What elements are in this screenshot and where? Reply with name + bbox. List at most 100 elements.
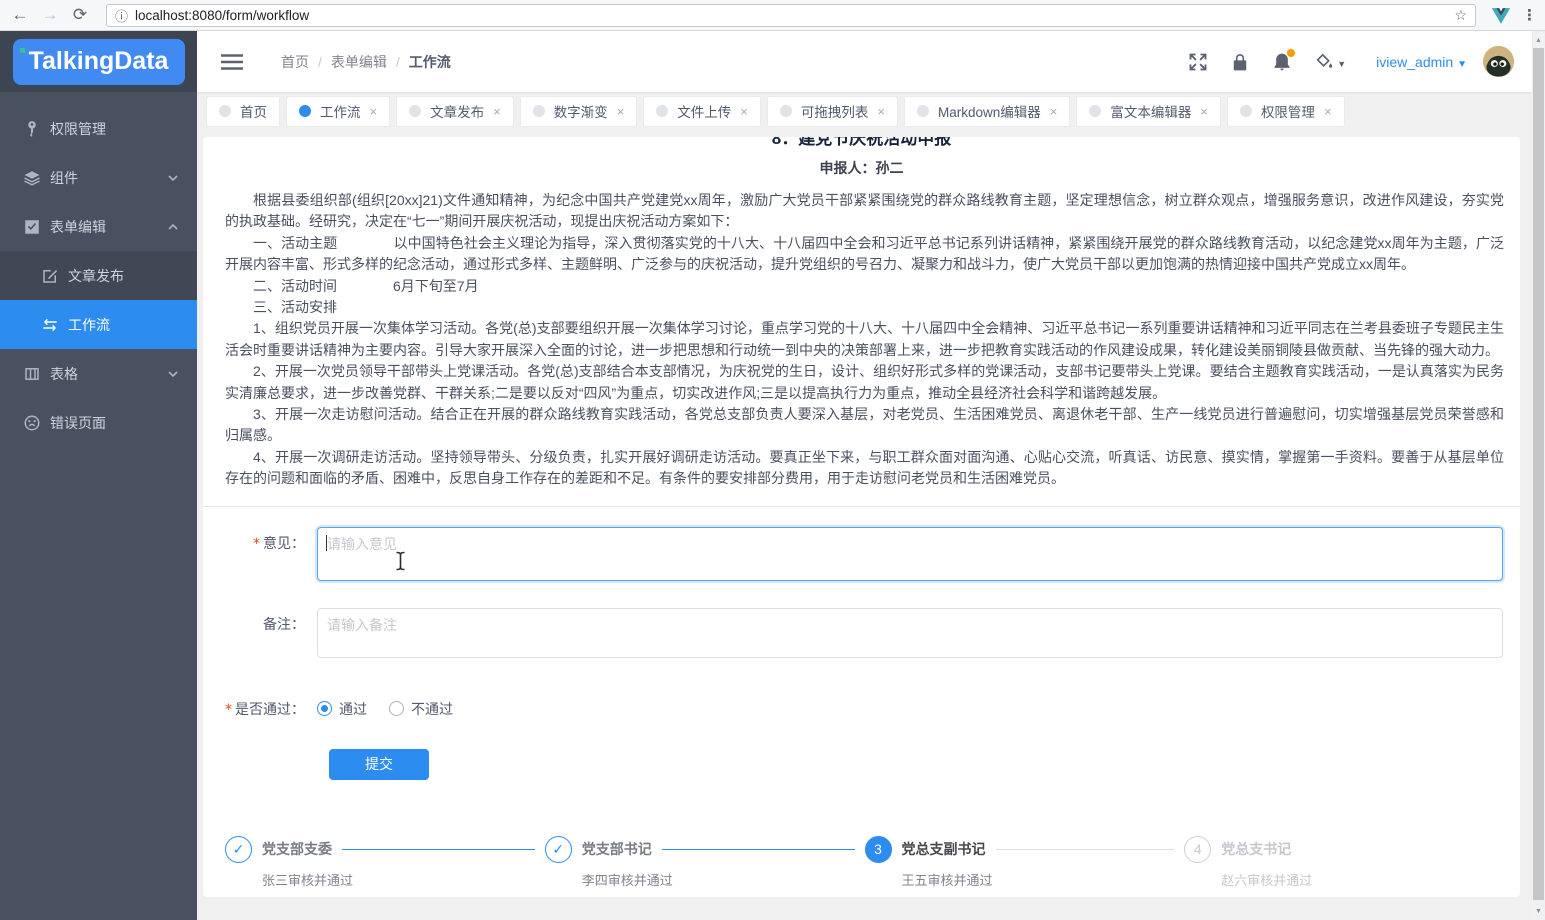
url-bar[interactable]: ⓘ localhost:8080/form/workflow ☆ bbox=[106, 3, 1476, 27]
caret-down-icon: ▼ bbox=[1337, 58, 1347, 69]
step-check-icon: ✓ bbox=[544, 835, 572, 863]
step-number: 3 bbox=[864, 835, 892, 863]
sidebar-item-permission[interactable]: 权限管理 bbox=[0, 104, 197, 153]
app-window: TalkingData 权限管理 组件 表单编辑 文章发布 工作流 表格 错误页… bbox=[0, 31, 1545, 920]
document-title-clipped: 8：建党节庆祝活动申报 bbox=[771, 137, 952, 148]
radio-fail[interactable]: 不通过 bbox=[389, 699, 453, 719]
hamburger-menu-icon[interactable] bbox=[221, 53, 243, 70]
sidebar-item-article-publish[interactable]: 文章发布 bbox=[0, 251, 197, 300]
tab-close-icon[interactable]: × bbox=[370, 104, 378, 119]
url-text[interactable]: localhost:8080/form/workflow bbox=[135, 8, 1454, 23]
tab-workflow[interactable]: 工作流 × bbox=[286, 95, 391, 127]
opinion-row: * 意见： bbox=[203, 526, 1520, 584]
breadcrumb-current: 工作流 bbox=[408, 53, 451, 70]
user-menu[interactable]: iview_admin ▼ bbox=[1376, 54, 1467, 70]
sidebar-item-table[interactable]: 表格 bbox=[0, 349, 197, 398]
logo-green-dot bbox=[19, 47, 25, 53]
sidebar-item-workflow[interactable]: 工作流 bbox=[0, 300, 197, 349]
tab-count-to[interactable]: 数字渐变 × bbox=[519, 95, 638, 127]
submit-row: 提交 bbox=[203, 748, 1520, 780]
browser-refresh-button[interactable]: ⟳ bbox=[68, 3, 92, 27]
step-title: 党总支副书记 bbox=[901, 841, 986, 858]
step-title: 党总支书记 bbox=[1221, 841, 1292, 858]
scrollbar-up-arrow[interactable]: ▲ bbox=[1532, 33, 1545, 47]
tab-label: 文件上传 bbox=[677, 105, 732, 120]
sidebar-item-label: 表格 bbox=[50, 365, 78, 382]
step-subtitle: 张三审核并通过 bbox=[262, 872, 354, 888]
tab-rich-text-editor[interactable]: 富文本编辑器 × bbox=[1076, 95, 1221, 127]
step-connector bbox=[661, 848, 855, 850]
browser-forward-button[interactable]: → bbox=[38, 3, 62, 27]
tab-label: 数字渐变 bbox=[553, 105, 608, 120]
browser-back-button[interactable]: ← bbox=[8, 3, 32, 27]
submit-button[interactable]: 提交 bbox=[329, 748, 429, 780]
vue-devtools-icon[interactable] bbox=[1490, 4, 1512, 26]
remark-textarea[interactable] bbox=[317, 607, 1503, 658]
breadcrumb-form-edit[interactable]: 表单编辑 bbox=[331, 52, 387, 72]
step-title: 党支部支委 bbox=[262, 841, 332, 858]
sidebar: TalkingData 权限管理 组件 表单编辑 文章发布 工作流 表格 错误页… bbox=[0, 31, 197, 920]
key-icon bbox=[23, 120, 41, 138]
tab-close-icon[interactable]: × bbox=[1200, 104, 1208, 119]
fullscreen-icon[interactable] bbox=[1188, 52, 1208, 72]
sidebar-item-components[interactable]: 组件 bbox=[0, 153, 197, 202]
lock-icon[interactable] bbox=[1230, 52, 1250, 72]
breadcrumb: 首页 / 表单编辑 / 工作流 bbox=[281, 52, 451, 72]
chevron-up-icon bbox=[167, 221, 179, 233]
tab-upload[interactable]: 文件上传 × bbox=[643, 95, 761, 127]
tab-close-icon[interactable]: × bbox=[1324, 104, 1332, 119]
language-ink-icon[interactable]: ▼ bbox=[1314, 52, 1346, 72]
tab-label: 文章发布 bbox=[430, 105, 485, 120]
document-body: 根据县委组织部(组织[20xx]21)文件通知精神，为纪念中国共产党建党xx周年… bbox=[225, 190, 1504, 490]
sidebar-item-label: 文章发布 bbox=[68, 267, 124, 284]
opinion-textarea[interactable] bbox=[317, 526, 1503, 581]
sidebar-item-error-page[interactable]: 错误页面 bbox=[0, 398, 197, 447]
logo-text: TalkingData bbox=[28, 47, 169, 75]
step-subtitle: 李四审核并通过 bbox=[581, 872, 673, 888]
radio-label: 通过 bbox=[339, 700, 367, 717]
step-1: ✓ 党支部支委 张三审核并通过 bbox=[225, 835, 545, 889]
browser-menu-icon[interactable]: ⋮ bbox=[1522, 6, 1537, 24]
swap-arrows-icon bbox=[41, 316, 59, 334]
tab-markdown-editor[interactable]: Markdown编辑器 × bbox=[903, 95, 1071, 127]
remark-row: 备注： bbox=[203, 607, 1520, 661]
workflow-panel: 8：建党节庆祝活动申报 申报人：孙二 根据县委组织部(组织[20xx]21)文件… bbox=[203, 137, 1520, 897]
tab-label: 权限管理 bbox=[1260, 105, 1315, 120]
layers-icon bbox=[23, 169, 41, 187]
pass-row: * 是否通过： 通过 不通过 bbox=[203, 699, 1520, 719]
tab-close-icon[interactable]: × bbox=[493, 104, 501, 119]
breadcrumb-home[interactable]: 首页 bbox=[281, 52, 309, 72]
breadcrumb-separator: / bbox=[318, 53, 322, 70]
tab-permission[interactable]: 权限管理 × bbox=[1226, 95, 1345, 127]
tab-close-icon[interactable]: × bbox=[877, 104, 885, 119]
page-scrollbar[interactable]: ▲ ▼ bbox=[1532, 31, 1545, 920]
notification-bell-icon[interactable] bbox=[1272, 48, 1296, 72]
tab-close-icon[interactable]: × bbox=[740, 104, 748, 119]
tab-dot bbox=[916, 105, 929, 117]
sidebar-item-form-edit[interactable]: 表单编辑 bbox=[0, 202, 197, 251]
tab-home[interactable]: 首页 bbox=[206, 95, 280, 127]
tab-close-icon[interactable]: × bbox=[617, 104, 625, 119]
doc-paragraph: 4、开展一次调研走访活动。坚持领导带头、分级负责，扎实开展好调研走访活动。要真正… bbox=[225, 448, 1504, 487]
radio-pass[interactable]: 通过 bbox=[317, 699, 367, 719]
tab-close-icon[interactable]: × bbox=[1050, 104, 1058, 119]
doc-paragraph: 二、活动时间 6月下旬至7月 bbox=[253, 277, 479, 294]
pass-radio-group: 通过 不通过 bbox=[317, 699, 475, 719]
step-title: 党支部书记 bbox=[581, 841, 652, 858]
avatar[interactable] bbox=[1483, 46, 1514, 77]
tab-label: 首页 bbox=[240, 105, 267, 120]
bookmark-star-icon[interactable]: ☆ bbox=[1454, 7, 1467, 24]
caret-down-icon: ▼ bbox=[1457, 58, 1467, 70]
scrollbar-down-arrow[interactable]: ▼ bbox=[1532, 904, 1545, 918]
scrollbar-thumb[interactable] bbox=[1533, 48, 1544, 900]
chevron-down-icon bbox=[167, 172, 179, 184]
radio-circle bbox=[389, 701, 404, 717]
talkingdata-logo[interactable]: TalkingData bbox=[12, 38, 185, 85]
tab-drag-list[interactable]: 可拖拽列表 × bbox=[766, 95, 898, 127]
tab-article-publish[interactable]: 文章发布 × bbox=[396, 95, 514, 127]
page-info-icon[interactable]: ⓘ bbox=[115, 6, 128, 25]
chevron-down-icon bbox=[167, 368, 179, 380]
approval-steps: ✓ 党支部支委 张三审核并通过 ✓ 党支部书记 李四审核并通过 3 党总支副书记… bbox=[203, 835, 1520, 889]
remark-label: 备注： bbox=[263, 615, 305, 632]
username: iview_admin bbox=[1376, 53, 1454, 70]
